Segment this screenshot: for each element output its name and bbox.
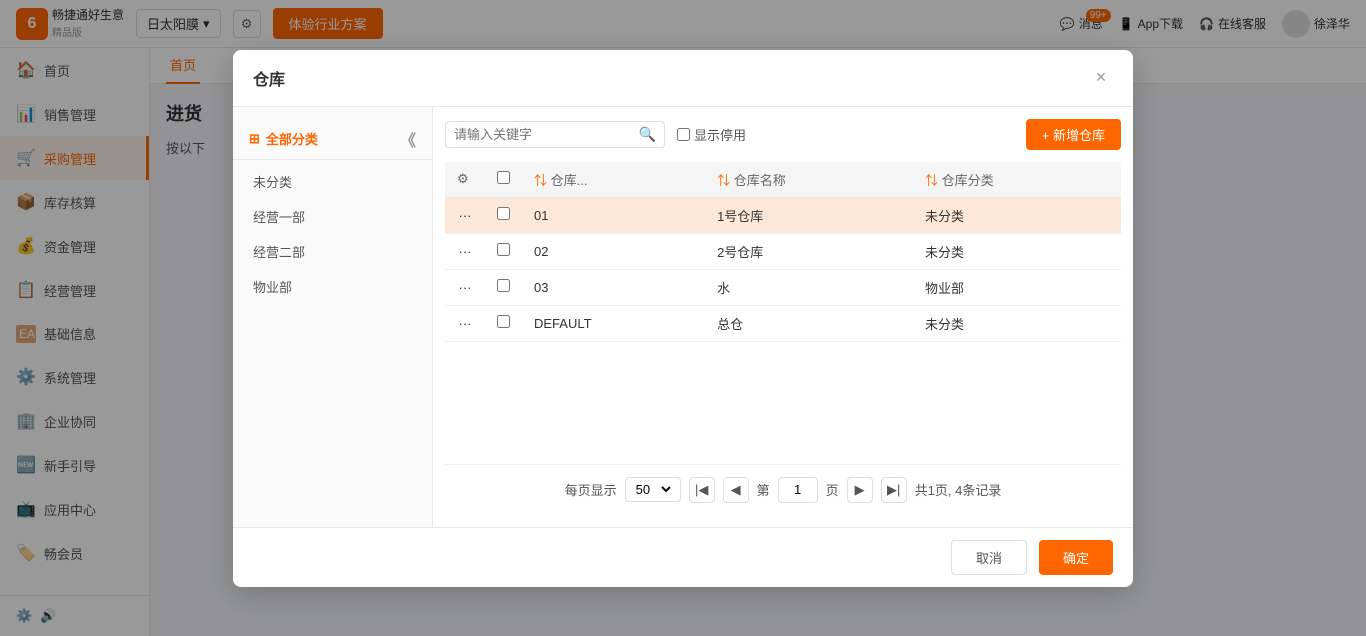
table-toolbar: 🔍 显示停用 + 新增仓库 — [445, 119, 1121, 150]
category-sidebar: ⊞ 全部分类 《 未分类 经营一部 经营二部 物业部 — [233, 107, 433, 527]
row-code-1: 01 — [522, 197, 705, 233]
category-dept2[interactable]: 经营二部 — [233, 234, 432, 269]
table-row: ··· DEFAULT 总仓 未分类 — [445, 305, 1121, 341]
row-gear-1[interactable]: ··· — [445, 197, 485, 233]
row-check-2[interactable] — [485, 233, 522, 269]
row-check-3[interactable] — [485, 269, 522, 305]
search-icon[interactable]: 🔍 — [639, 126, 656, 143]
confirm-button[interactable]: 确定 — [1039, 540, 1113, 575]
modal-close-button[interactable]: × — [1089, 66, 1113, 90]
th-code: ⇅ 仓库... — [522, 162, 705, 198]
last-page-button[interactable]: ▶| — [881, 477, 907, 503]
page-label: 页 — [826, 480, 839, 499]
row-name-2: 2号仓库 — [705, 233, 913, 269]
table-body: ··· 01 1号仓库 未分类 ··· 02 2号仓库 未分类 ··· 03 水… — [445, 197, 1121, 341]
row-name-1: 1号仓库 — [705, 197, 913, 233]
row-checkbox-4[interactable] — [497, 315, 510, 328]
table-row: ··· 02 2号仓库 未分类 — [445, 233, 1121, 269]
per-page-select-wrapper: 50 20 100 — [625, 477, 681, 502]
collapse-icon[interactable]: 《 — [400, 127, 416, 151]
table-row: ··· 01 1号仓库 未分类 — [445, 197, 1121, 233]
row-gear-2[interactable]: ··· — [445, 233, 485, 269]
category-all-label[interactable]: 全部分类 — [266, 129, 318, 148]
row-code-4: DEFAULT — [522, 305, 705, 341]
modal-body: ⊞ 全部分类 《 未分类 经营一部 经营二部 物业部 🔍 — [233, 107, 1133, 527]
row-category-1: 未分类 — [913, 197, 1121, 233]
show-disabled-checkbox-label[interactable]: 显示停用 — [677, 125, 746, 144]
category-property[interactable]: 物业部 — [233, 269, 432, 304]
row-code-2: 02 — [522, 233, 705, 269]
modal-overlay: 仓库 × ⊞ 全部分类 《 未分类 经营一部 经营二部 物业部 — [0, 0, 1366, 636]
row-check-1[interactable] — [485, 197, 522, 233]
category-unclassified[interactable]: 未分类 — [233, 164, 432, 199]
row-category-4: 未分类 — [913, 305, 1121, 341]
row-gear-3[interactable]: ··· — [445, 269, 485, 305]
page-word: 第 — [757, 480, 770, 499]
table-area: 🔍 显示停用 + 新增仓库 ⚙ — [433, 107, 1133, 527]
category-dept1[interactable]: 经营一部 — [233, 199, 432, 234]
search-input[interactable] — [454, 127, 639, 142]
pagination: 每页显示 50 20 100 |◀ ◀ 第 页 ▶ ▶| — [445, 464, 1121, 515]
warehouse-modal: 仓库 × ⊞ 全部分类 《 未分类 经营一部 经营二部 物业部 — [233, 50, 1133, 587]
row-check-4[interactable] — [485, 305, 522, 341]
search-box: 🔍 — [445, 121, 665, 148]
table-container: ⚙ ⇅ 仓库... ⇅ 仓库名称 — [445, 162, 1121, 464]
show-disabled-label: 显示停用 — [694, 125, 746, 144]
grid-icon: ⊞ — [249, 131, 260, 147]
per-page-label: 每页显示 — [565, 480, 617, 499]
header-row: ⚙ ⇅ 仓库... ⇅ 仓库名称 — [445, 162, 1121, 198]
sort-icon-name: ⇅ — [717, 173, 730, 188]
th-gear: ⚙ — [445, 162, 485, 198]
row-checkbox-1[interactable] — [497, 207, 510, 220]
modal-footer: 取消 确定 — [233, 527, 1133, 587]
row-category-3: 物业部 — [913, 269, 1121, 305]
next-page-button[interactable]: ▶ — [847, 477, 873, 503]
modal-title: 仓库 — [253, 66, 285, 90]
row-name-3: 水 — [705, 269, 913, 305]
new-warehouse-button[interactable]: + 新增仓库 — [1026, 119, 1121, 150]
show-disabled-checkbox[interactable] — [677, 128, 690, 141]
per-page-select[interactable]: 50 20 100 — [632, 481, 674, 498]
select-all-checkbox[interactable] — [497, 171, 510, 184]
total-text: 共1页, 4条记录 — [915, 480, 1002, 499]
warehouse-table: ⚙ ⇅ 仓库... ⇅ 仓库名称 — [445, 162, 1121, 342]
row-checkbox-3[interactable] — [497, 279, 510, 292]
th-name: ⇅ 仓库名称 — [705, 162, 913, 198]
table-header: ⚙ ⇅ 仓库... ⇅ 仓库名称 — [445, 162, 1121, 198]
page-number-input[interactable] — [778, 477, 818, 503]
row-gear-4[interactable]: ··· — [445, 305, 485, 341]
table-row: ··· 03 水 物业部 — [445, 269, 1121, 305]
modal-header: 仓库 × — [233, 50, 1133, 107]
row-name-4: 总仓 — [705, 305, 913, 341]
cancel-button[interactable]: 取消 — [951, 540, 1027, 575]
row-category-2: 未分类 — [913, 233, 1121, 269]
th-category: ⇅ 仓库分类 — [913, 162, 1121, 198]
prev-page-button[interactable]: ◀ — [723, 477, 749, 503]
sort-icon-cat: ⇅ — [925, 173, 938, 188]
row-checkbox-2[interactable] — [497, 243, 510, 256]
category-header: ⊞ 全部分类 《 — [233, 119, 432, 160]
sort-icon: ⇅ — [534, 173, 547, 188]
th-check — [485, 162, 522, 198]
row-code-3: 03 — [522, 269, 705, 305]
first-page-button[interactable]: |◀ — [689, 477, 715, 503]
